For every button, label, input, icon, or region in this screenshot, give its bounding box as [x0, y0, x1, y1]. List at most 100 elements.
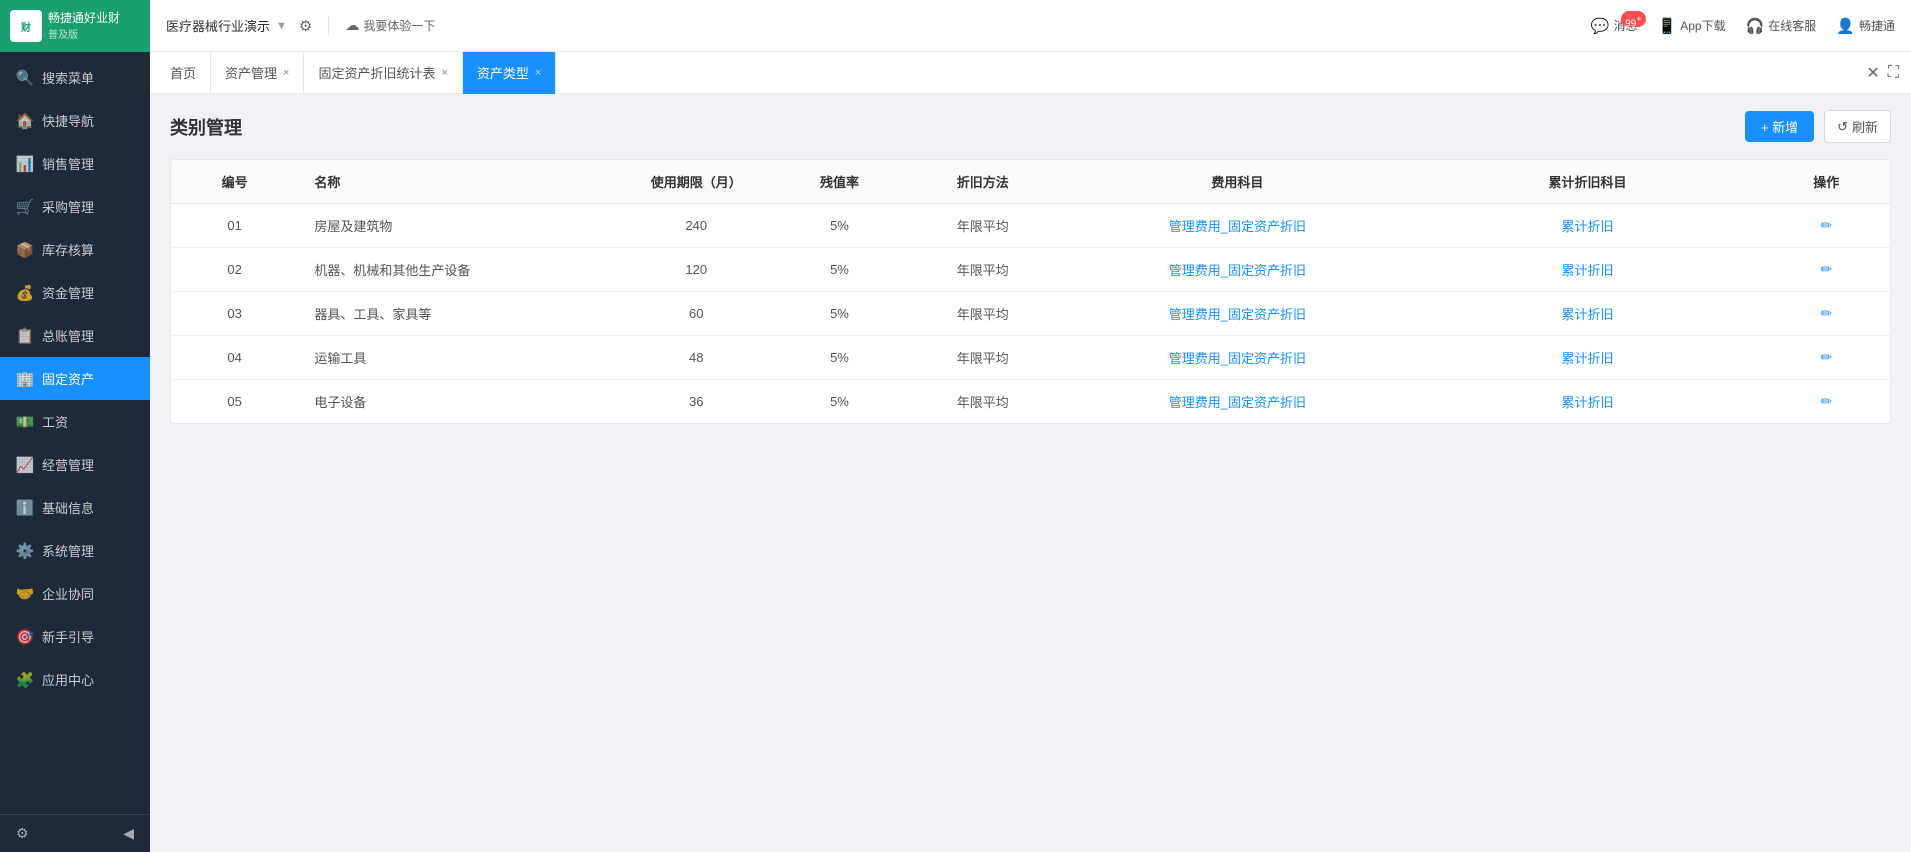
- sidebar-item-sales[interactable]: 📊 销售管理: [0, 142, 150, 185]
- topbar: 医疗器械行业演示 ▼ ⚙ ☁ 我要体验一下 💬 消息 99+ 📱 App下载 🎧…: [150, 0, 1911, 52]
- cell-method-0: 年限平均: [903, 204, 1062, 248]
- online-service-button[interactable]: 🎧 在线客服: [1746, 17, 1817, 35]
- cell-expense-4[interactable]: 管理费用_固定资产折旧: [1062, 380, 1412, 424]
- sidebar-item-inventory[interactable]: 📦 库存核算: [0, 228, 150, 271]
- table-row: 03 器具、工具、家具等 60 5% 年限平均 管理费用_固定资产折旧 累计折旧…: [171, 292, 1890, 336]
- cell-accum-0[interactable]: 累计折旧: [1412, 204, 1762, 248]
- window-close-icon[interactable]: ✕: [1866, 63, 1879, 83]
- sidebar-label-capital: 资金管理: [42, 283, 94, 302]
- cell-accum-1[interactable]: 累计折旧: [1412, 248, 1762, 292]
- window-expand-icon[interactable]: ⛶: [1888, 64, 1899, 82]
- sidebar-icon-sales: 📊: [16, 155, 34, 173]
- refresh-icon: ↺: [1837, 119, 1848, 135]
- tab-depreciation[interactable]: 固定资产折旧统计表×: [304, 52, 462, 94]
- table-row: 05 电子设备 36 5% 年限平均 管理费用_固定资产折旧 累计折旧 ✏: [171, 380, 1890, 424]
- experience-button[interactable]: ☁ 我要体验一下: [345, 17, 435, 34]
- edit-icon-4[interactable]: ✏: [1820, 393, 1832, 409]
- sidebar-label-system: 系统管理: [42, 541, 94, 560]
- edit-icon-0[interactable]: ✏: [1820, 217, 1832, 233]
- cell-name-1: 机器、机械和其他生产设备: [298, 248, 616, 292]
- sidebar-item-operation[interactable]: 📈 经营管理: [0, 443, 150, 486]
- tab-close-depreciation[interactable]: ×: [441, 67, 447, 79]
- col-header-expense: 费用科目: [1062, 160, 1412, 204]
- module-arrow-icon: ▼: [276, 20, 287, 32]
- sidebar-icon-quicknav: 🏠: [16, 112, 34, 130]
- module-name: 医疗器械行业演示: [166, 16, 270, 35]
- col-header-name: 名称: [298, 160, 616, 204]
- collapse-icon[interactable]: ◀: [123, 825, 134, 842]
- tab-label-home: 首页: [170, 63, 196, 82]
- tab-close-asset_type[interactable]: ×: [535, 67, 541, 79]
- sidebar-item-app[interactable]: 🧩 应用中心: [0, 658, 150, 701]
- cell-expense-2[interactable]: 管理费用_固定资产折旧: [1062, 292, 1412, 336]
- new-button[interactable]: + 新增: [1745, 111, 1814, 142]
- sidebar-item-system[interactable]: ⚙️ 系统管理: [0, 529, 150, 572]
- cell-period-1: 120: [617, 248, 776, 292]
- sidebar-item-purchase[interactable]: 🛒 采购管理: [0, 185, 150, 228]
- user-button[interactable]: 👤 畅捷通: [1836, 17, 1895, 35]
- sidebar-icon-inventory: 📦: [16, 241, 34, 259]
- sidebar-icon-guide: 🎯: [16, 628, 34, 646]
- settings-icon[interactable]: ⚙: [16, 825, 29, 842]
- edit-icon-3[interactable]: ✏: [1820, 349, 1832, 365]
- app-name: 畅捷通好业财: [48, 11, 120, 27]
- cell-expense-1[interactable]: 管理费用_固定资产折旧: [1062, 248, 1412, 292]
- col-header-residual: 残值率: [776, 160, 903, 204]
- cell-code-1: 02: [171, 248, 298, 292]
- table-row: 04 运输工具 48 5% 年限平均 管理费用_固定资产折旧 累计折旧 ✏: [171, 336, 1890, 380]
- tab-asset_type[interactable]: 资产类型 ×: [463, 52, 556, 94]
- sidebar-icon-purchase: 🛒: [16, 198, 34, 216]
- cell-method-3: 年限平均: [903, 336, 1062, 380]
- refresh-button[interactable]: ↺ 刷新: [1824, 110, 1891, 143]
- cell-action-1: ✏: [1763, 248, 1890, 292]
- sidebar-label-sales: 销售管理: [42, 154, 94, 173]
- sidebar-item-salary[interactable]: 💵 工资: [0, 400, 150, 443]
- sidebar-icon-capital: 💰: [16, 284, 34, 302]
- sidebar-item-guide[interactable]: 🎯 新手引导: [0, 615, 150, 658]
- cell-method-1: 年限平均: [903, 248, 1062, 292]
- topbar-right: 💬 消息 99+ 📱 App下载 🎧 在线客服 👤 畅捷通: [1591, 17, 1895, 35]
- cell-code-4: 05: [171, 380, 298, 424]
- module-selector[interactable]: 医疗器械行业演示 ▼: [166, 16, 287, 35]
- edit-icon-1[interactable]: ✏: [1820, 261, 1832, 277]
- col-header-accum: 累计折旧科目: [1412, 160, 1762, 204]
- tab-home[interactable]: 首页: [162, 52, 211, 94]
- sidebar-item-search[interactable]: 🔍 搜索菜单: [0, 56, 150, 99]
- tab-asset_mgmt[interactable]: 资产管理×: [211, 52, 304, 94]
- sidebar-icon-basic: ℹ️: [16, 499, 34, 517]
- logo-icon: 财: [10, 10, 42, 42]
- sidebar-item-fixed[interactable]: 🏢 固定资产: [0, 357, 150, 400]
- app-download-button[interactable]: 📱 App下载: [1658, 17, 1726, 35]
- sidebar-nav: 🔍 搜索菜单 🏠 快捷导航 📊 销售管理 🛒 采购管理 📦 库存核算 💰 资金管…: [0, 52, 150, 814]
- cell-residual-4: 5%: [776, 380, 903, 424]
- page-title: 类别管理: [170, 114, 242, 140]
- cell-accum-3[interactable]: 累计折旧: [1412, 336, 1762, 380]
- sidebar-logo: 财 畅捷通好业财 普及版: [0, 0, 150, 52]
- tab-label-asset_type: 资产类型: [477, 63, 529, 82]
- message-button[interactable]: 💬 消息 99+: [1591, 17, 1638, 35]
- tab-close-asset_mgmt[interactable]: ×: [283, 67, 289, 79]
- sidebar-item-basic[interactable]: ℹ️ 基础信息: [0, 486, 150, 529]
- cell-name-2: 器具、工具、家具等: [298, 292, 616, 336]
- sidebar-icon-system: ⚙️: [16, 542, 34, 560]
- sidebar-label-quicknav: 快捷导航: [42, 111, 94, 130]
- cell-expense-3[interactable]: 管理费用_固定资产折旧: [1062, 336, 1412, 380]
- sidebar-item-ledger[interactable]: 📋 总账管理: [0, 314, 150, 357]
- cell-residual-3: 5%: [776, 336, 903, 380]
- cell-expense-0[interactable]: 管理费用_固定资产折旧: [1062, 204, 1412, 248]
- tabs-right: ✕ ⛶: [1866, 63, 1899, 83]
- edit-icon-2[interactable]: ✏: [1820, 305, 1832, 321]
- cell-accum-4[interactable]: 累计折旧: [1412, 380, 1762, 424]
- topbar-divider: [328, 16, 329, 36]
- sidebar-icon-salary: 💵: [16, 413, 34, 431]
- sidebar-label-guide: 新手引导: [42, 627, 94, 646]
- cell-period-3: 48: [617, 336, 776, 380]
- sidebar-item-capital[interactable]: 💰 资金管理: [0, 271, 150, 314]
- topbar-gear-icon[interactable]: ⚙: [299, 17, 312, 35]
- col-header-method: 折旧方法: [903, 160, 1062, 204]
- sidebar-item-enterprise[interactable]: 🤝 企业协同: [0, 572, 150, 615]
- cell-accum-2[interactable]: 累计折旧: [1412, 292, 1762, 336]
- sidebar-item-quicknav[interactable]: 🏠 快捷导航: [0, 99, 150, 142]
- cell-period-4: 36: [617, 380, 776, 424]
- col-header-period: 使用期限（月）: [617, 160, 776, 204]
